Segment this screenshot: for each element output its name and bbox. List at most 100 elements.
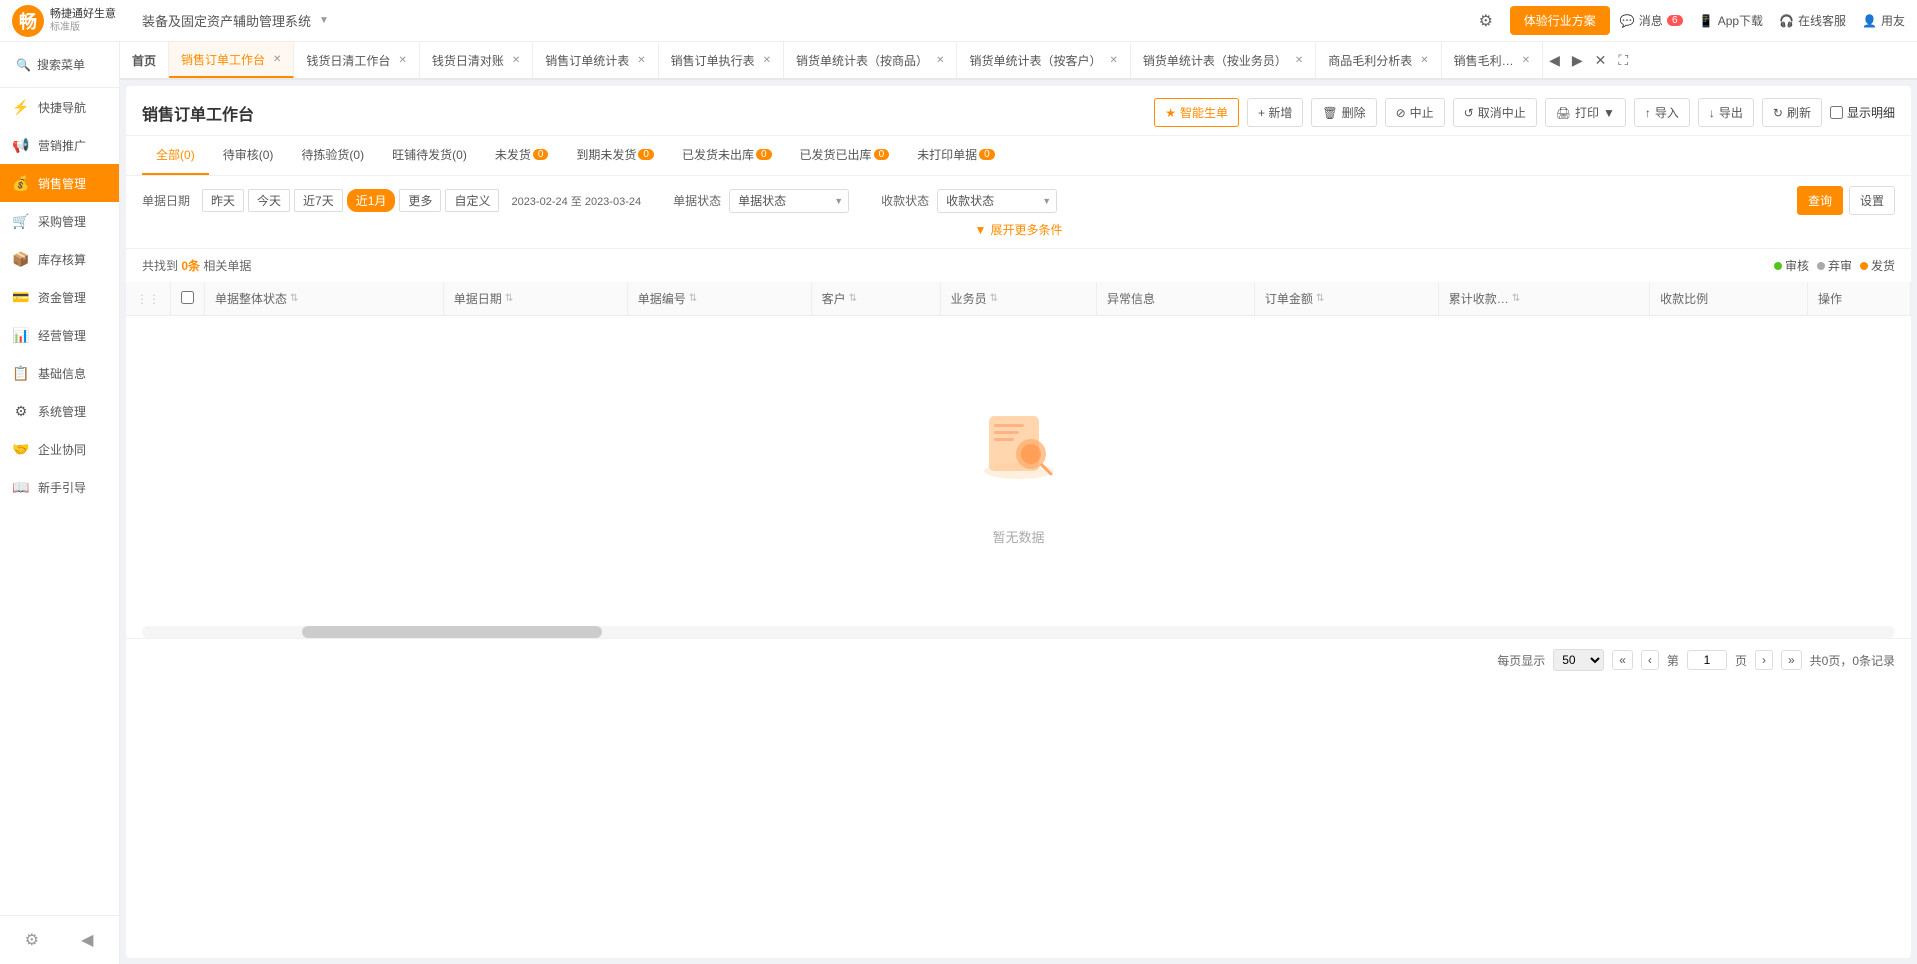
tab-sales-goods[interactable]: 销货单统计表（按商品） ✕ (784, 42, 957, 78)
tab-close-icon[interactable]: ✕ (273, 54, 281, 65)
tab-sales-order[interactable]: 销售订单工作台 ✕ (169, 42, 294, 78)
app-download-btn[interactable]: 📱 App下载 (1699, 12, 1763, 29)
pagination: 每页显示 50 10 20 100 « ‹ 第 页 › » 共0页，0条记录 (126, 638, 1911, 681)
sort-salesperson[interactable]: 业务员 ⇅ (951, 290, 998, 307)
sidebar-item-system[interactable]: ⚙ 系统管理 (0, 392, 119, 430)
tab-close-icon-7[interactable]: ✕ (1109, 55, 1117, 66)
pagination-last[interactable]: » (1781, 650, 1802, 670)
expand-more-btn[interactable]: ▼ 展开更多条件 (142, 221, 1895, 238)
message-btn[interactable]: 💬 消息 6 (1620, 12, 1683, 29)
sort-cumulative[interactable]: 累计收款… ⇅ (1449, 290, 1520, 307)
sidebar-item-purchase[interactable]: 🛒 采购管理 (0, 202, 119, 240)
pagination-first[interactable]: « (1612, 650, 1633, 670)
tab-sales-customer[interactable]: 销货单统计表（按客户） ✕ (957, 42, 1130, 78)
sort-amount[interactable]: 订单金额 ⇅ (1265, 290, 1324, 307)
tab-close-icon-10[interactable]: ✕ (1522, 55, 1530, 66)
tab-close-icon-6[interactable]: ✕ (936, 55, 944, 66)
tab-nav-prev[interactable]: ◀ (1543, 42, 1566, 78)
status-select[interactable]: 单据状态 (729, 189, 849, 213)
tab-close-icon-4[interactable]: ✕ (637, 55, 645, 66)
tab-sales-margin[interactable]: 销售毛利… ✕ (1442, 42, 1543, 78)
tab-close-icon-5[interactable]: ✕ (763, 55, 771, 66)
select-all-checkbox[interactable] (181, 291, 194, 304)
date-btn-1month[interactable]: 近1月 (347, 189, 396, 212)
refresh-button[interactable]: ↻ 刷新 (1762, 98, 1822, 127)
scroll-thumb[interactable] (302, 626, 602, 638)
sort-date[interactable]: 单据日期 ⇅ (454, 290, 513, 307)
tab-close-icon-8[interactable]: ✕ (1295, 55, 1303, 66)
subtab-pending-review[interactable]: 待审核(0) (209, 136, 288, 175)
subtab-overdue-unshipped[interactable]: 到期未发货 0 (562, 136, 668, 175)
system-dropdown-arrow[interactable]: ▼ (319, 15, 329, 26)
date-btn-today[interactable]: 今天 (248, 189, 290, 212)
online-service-btn[interactable]: 🎧 在线客服 (1779, 12, 1846, 29)
tab-fullscreen[interactable]: ⛶ (1612, 42, 1634, 78)
tab-home[interactable]: 首页 (120, 42, 169, 78)
tab-sales-stats[interactable]: 销售订单统计表 ✕ (533, 42, 658, 78)
date-btn-more[interactable]: 更多 (399, 189, 441, 212)
sidebar-item-inventory[interactable]: 📦 库存核算 (0, 240, 119, 278)
sort-number[interactable]: 单据编号 ⇅ (638, 290, 697, 307)
ship-btn[interactable]: 发货 (1860, 257, 1895, 274)
settings-icon[interactable]: ⚙ (1472, 7, 1500, 35)
audit-btn[interactable]: 审核 (1774, 257, 1809, 274)
subtab-unprinted[interactable]: 未打印单据 0 (903, 136, 1009, 175)
sidebar-item-enterprise[interactable]: 🤝 企业协同 (0, 430, 119, 468)
sidebar-item-finance[interactable]: 💳 资金管理 (0, 278, 119, 316)
subtab-wangpu[interactable]: 旺铺待发货(0) (378, 136, 481, 175)
subtab-shipped-not-out[interactable]: 已发货未出库 0 (668, 136, 786, 175)
tab-close-icon-3[interactable]: ✕ (512, 55, 520, 66)
sidebar-item-newbie[interactable]: 📖 新手引导 (0, 468, 119, 506)
per-page-select[interactable]: 50 10 20 100 (1553, 649, 1604, 671)
sort-status[interactable]: 单据整体状态 ⇅ (215, 290, 298, 307)
print-button[interactable]: 🖨 打印 ▼ (1545, 98, 1626, 127)
cancel-stop-button[interactable]: ↺ 取消中止 (1453, 98, 1537, 127)
tab-gross-profit[interactable]: 商品毛利分析表 ✕ (1316, 42, 1441, 78)
date-btn-yesterday[interactable]: 昨天 (202, 189, 244, 212)
sidebar-settings-btn[interactable]: ⚙ (8, 924, 56, 956)
trial-button[interactable]: 体验行业方案 (1510, 6, 1610, 35)
status-select-wrapper: 单据状态 (729, 189, 849, 213)
subtab-shipped-out[interactable]: 已发货已出库 0 (786, 136, 904, 175)
sort-customer[interactable]: 客户 ⇅ (822, 290, 857, 307)
pagination-prev[interactable]: ‹ (1641, 650, 1659, 670)
show-detail-checkbox[interactable] (1830, 106, 1843, 119)
tab-sales-staff[interactable]: 销货单统计表（按业务员） ✕ (1131, 42, 1316, 78)
import-button[interactable]: ↑ 导入 (1634, 98, 1690, 127)
cancel-audit-dot (1817, 262, 1825, 270)
date-btn-7days[interactable]: 近7天 (294, 189, 343, 212)
stop-button[interactable]: ⊘ 中止 (1385, 98, 1445, 127)
pagination-next[interactable]: › (1755, 650, 1773, 670)
tab-daily-clear[interactable]: 钱货日清工作台 ✕ (294, 42, 419, 78)
payment-select[interactable]: 收款状态 (937, 189, 1057, 213)
page-input[interactable] (1687, 650, 1727, 670)
search-menu-btn[interactable]: 🔍 搜索菜单 (8, 50, 111, 79)
sidebar-item-marketing[interactable]: 📢 营销推广 (0, 126, 119, 164)
export-button[interactable]: ↓ 导出 (1698, 98, 1754, 127)
subtab-all[interactable]: 全部(0) (142, 136, 209, 175)
delete-button[interactable]: 🗑 删除 (1311, 98, 1376, 127)
tab-reconcile[interactable]: 钱货日清对账 ✕ (420, 42, 533, 78)
tab-close-icon-9[interactable]: ✕ (1420, 55, 1428, 66)
subtab-unshipped[interactable]: 未发货 0 (481, 136, 563, 175)
sidebar-item-sales[interactable]: 💰 销售管理 (0, 164, 119, 202)
cancel-audit-btn[interactable]: 弃审 (1817, 257, 1852, 274)
show-detail-label[interactable]: 显示明细 (1830, 104, 1895, 121)
query-button[interactable]: 查询 (1797, 186, 1843, 215)
tab-close-all[interactable]: ✕ (1589, 42, 1613, 78)
tab-sales-exec[interactable]: 销售订单执行表 ✕ (659, 42, 784, 78)
th-cumulative: 累计收款… ⇅ (1438, 282, 1649, 316)
sidebar-collapse-btn[interactable]: ◀ (64, 924, 112, 956)
sidebar-item-operations[interactable]: 📊 经营管理 (0, 316, 119, 354)
filter-settings-button[interactable]: 设置 (1849, 186, 1895, 215)
sidebar-item-basic-info[interactable]: 📋 基础信息 (0, 354, 119, 392)
subtab-pending-check[interactable]: 待拣验货(0) (287, 136, 378, 175)
tab-nav-next[interactable]: ▶ (1566, 42, 1589, 78)
smart-create-button[interactable]: ★ 智能生单 (1154, 98, 1239, 127)
sidebar-item-quicknav[interactable]: ⚡ 快捷导航 (0, 88, 119, 126)
tab-close-icon-2[interactable]: ✕ (398, 55, 406, 66)
date-btn-custom[interactable]: 自定义 (445, 189, 499, 212)
user-btn[interactable]: 👤 用友 (1862, 12, 1905, 29)
add-button[interactable]: + 新增 (1247, 98, 1303, 127)
horizontal-scrollbar[interactable] (142, 626, 1895, 638)
